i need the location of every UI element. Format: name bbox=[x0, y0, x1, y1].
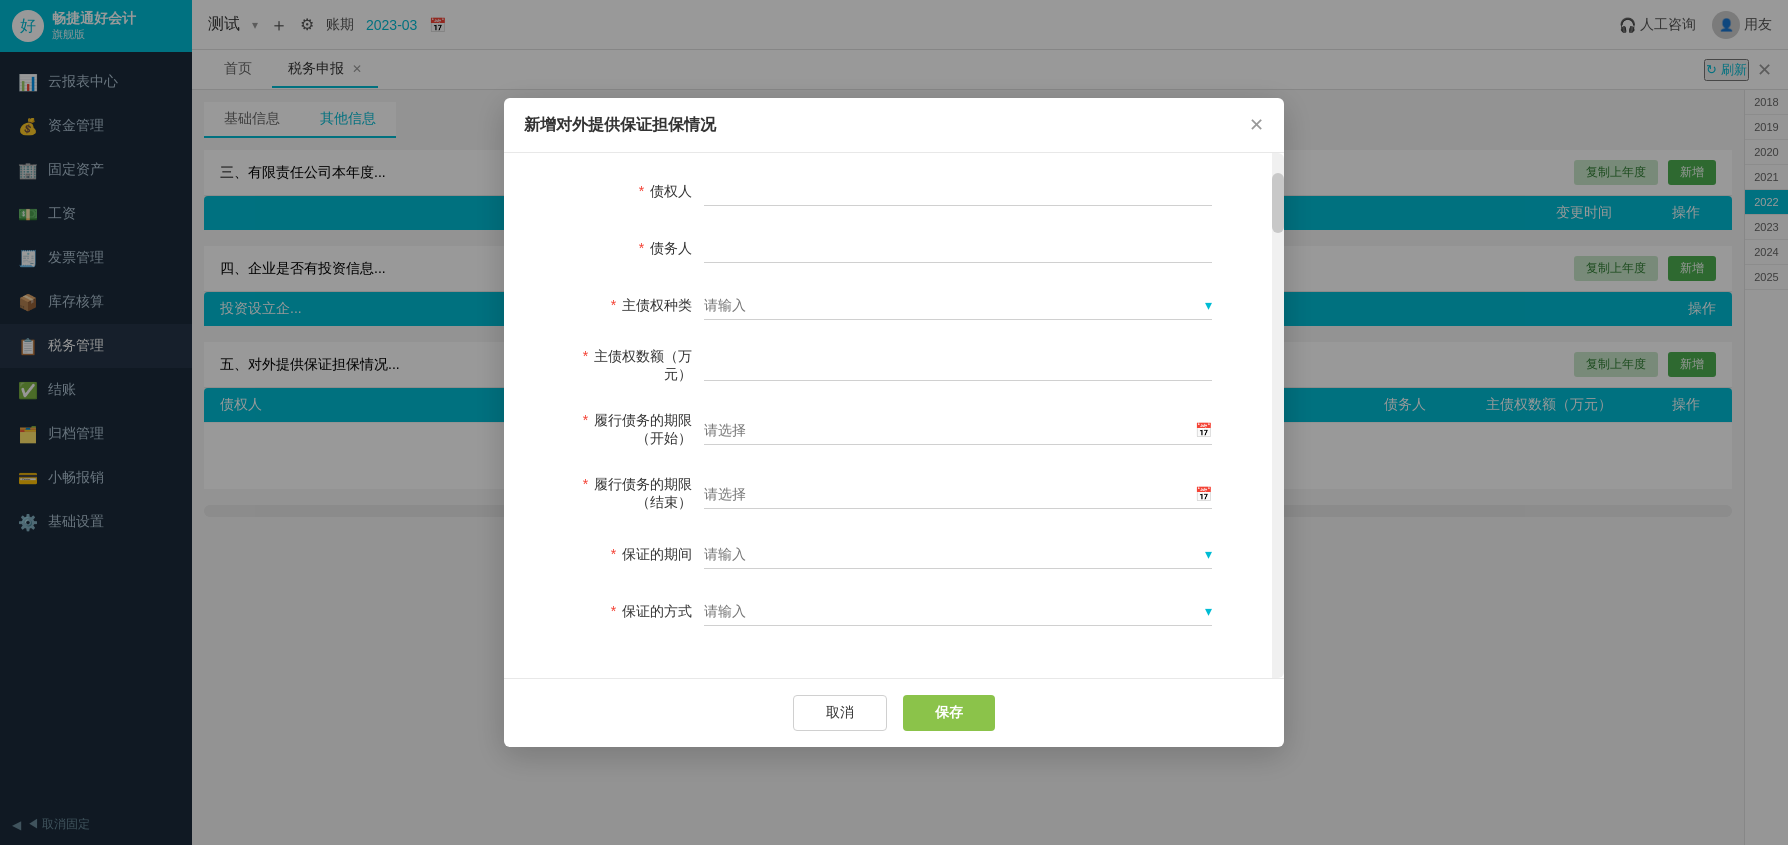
calendar-end-icon[interactable]: 📅 bbox=[1195, 486, 1212, 502]
dialog-body: * 债权人 * 债务人 * 主债权种 bbox=[504, 153, 1272, 678]
label-claim-amount: * 主债权数额（万元） bbox=[564, 348, 704, 384]
date-period-end[interactable]: 📅 bbox=[704, 480, 1212, 509]
form-row-claim-type: * 主债权种类 ▾ bbox=[564, 291, 1212, 320]
dialog-scrollbar[interactable] bbox=[1272, 153, 1284, 678]
required-star: * bbox=[639, 240, 644, 256]
form-row-claim-amount: * 主债权数额（万元） bbox=[564, 348, 1212, 384]
select-claim-type-input[interactable] bbox=[704, 297, 1205, 313]
date-period-start[interactable]: 📅 bbox=[704, 416, 1212, 445]
chevron-down-icon[interactable]: ▾ bbox=[1205, 297, 1212, 313]
form-row-period-start: * 履行债务的期限（开始） 📅 bbox=[564, 412, 1212, 448]
label-guarantee-method: * 保证的方式 bbox=[564, 603, 704, 621]
calendar-start-icon[interactable]: 📅 bbox=[1195, 422, 1212, 438]
cancel-button[interactable]: 取消 bbox=[793, 695, 887, 731]
select-guarantee-period-input[interactable] bbox=[704, 546, 1205, 562]
required-star: * bbox=[611, 603, 616, 619]
input-debtor[interactable] bbox=[704, 234, 1212, 263]
label-debtor: * 债务人 bbox=[564, 240, 704, 258]
input-claim-amount[interactable] bbox=[704, 352, 1212, 381]
dialog-close-button[interactable]: ✕ bbox=[1249, 114, 1264, 136]
label-claim-type: * 主债权种类 bbox=[564, 297, 704, 315]
required-star: * bbox=[611, 297, 616, 313]
chevron-down-icon-2[interactable]: ▾ bbox=[1205, 546, 1212, 562]
add-guarantee-dialog: 新增对外提供保证担保情况 ✕ * 债权人 * 债务人 bbox=[504, 98, 1284, 747]
label-period-end: * 履行债务的期限（结束） bbox=[564, 476, 704, 512]
date-period-end-input[interactable] bbox=[704, 486, 1195, 502]
select-guarantee-method[interactable]: ▾ bbox=[704, 597, 1212, 626]
required-star: * bbox=[583, 412, 588, 428]
form-row-guarantee-period: * 保证的期间 ▾ bbox=[564, 540, 1212, 569]
form-row-creditor: * 债权人 bbox=[564, 177, 1212, 206]
required-star: * bbox=[583, 348, 588, 364]
select-claim-type[interactable]: ▾ bbox=[704, 291, 1212, 320]
input-creditor[interactable] bbox=[704, 177, 1212, 206]
required-star: * bbox=[611, 546, 616, 562]
dialog-title: 新增对外提供保证担保情况 bbox=[524, 115, 716, 136]
form-row-debtor: * 债务人 bbox=[564, 234, 1212, 263]
dialog-footer: 取消 保存 bbox=[504, 678, 1284, 747]
required-star: * bbox=[583, 476, 588, 492]
required-star: * bbox=[639, 183, 644, 199]
save-button[interactable]: 保存 bbox=[903, 695, 995, 731]
form-row-period-end: * 履行债务的期限（结束） 📅 bbox=[564, 476, 1212, 512]
form-row-guarantee-method: * 保证的方式 ▾ bbox=[564, 597, 1212, 626]
dialog-overlay: 新增对外提供保证担保情况 ✕ * 债权人 * 债务人 bbox=[0, 0, 1788, 845]
label-guarantee-period: * 保证的期间 bbox=[564, 546, 704, 564]
chevron-down-icon-3[interactable]: ▾ bbox=[1205, 603, 1212, 619]
select-guarantee-method-input[interactable] bbox=[704, 603, 1205, 619]
label-creditor: * 债权人 bbox=[564, 183, 704, 201]
dialog-scrollbar-thumb bbox=[1272, 173, 1284, 233]
dialog-header: 新增对外提供保证担保情况 ✕ bbox=[504, 98, 1284, 153]
date-period-start-input[interactable] bbox=[704, 422, 1195, 438]
label-period-start: * 履行债务的期限（开始） bbox=[564, 412, 704, 448]
select-guarantee-period[interactable]: ▾ bbox=[704, 540, 1212, 569]
